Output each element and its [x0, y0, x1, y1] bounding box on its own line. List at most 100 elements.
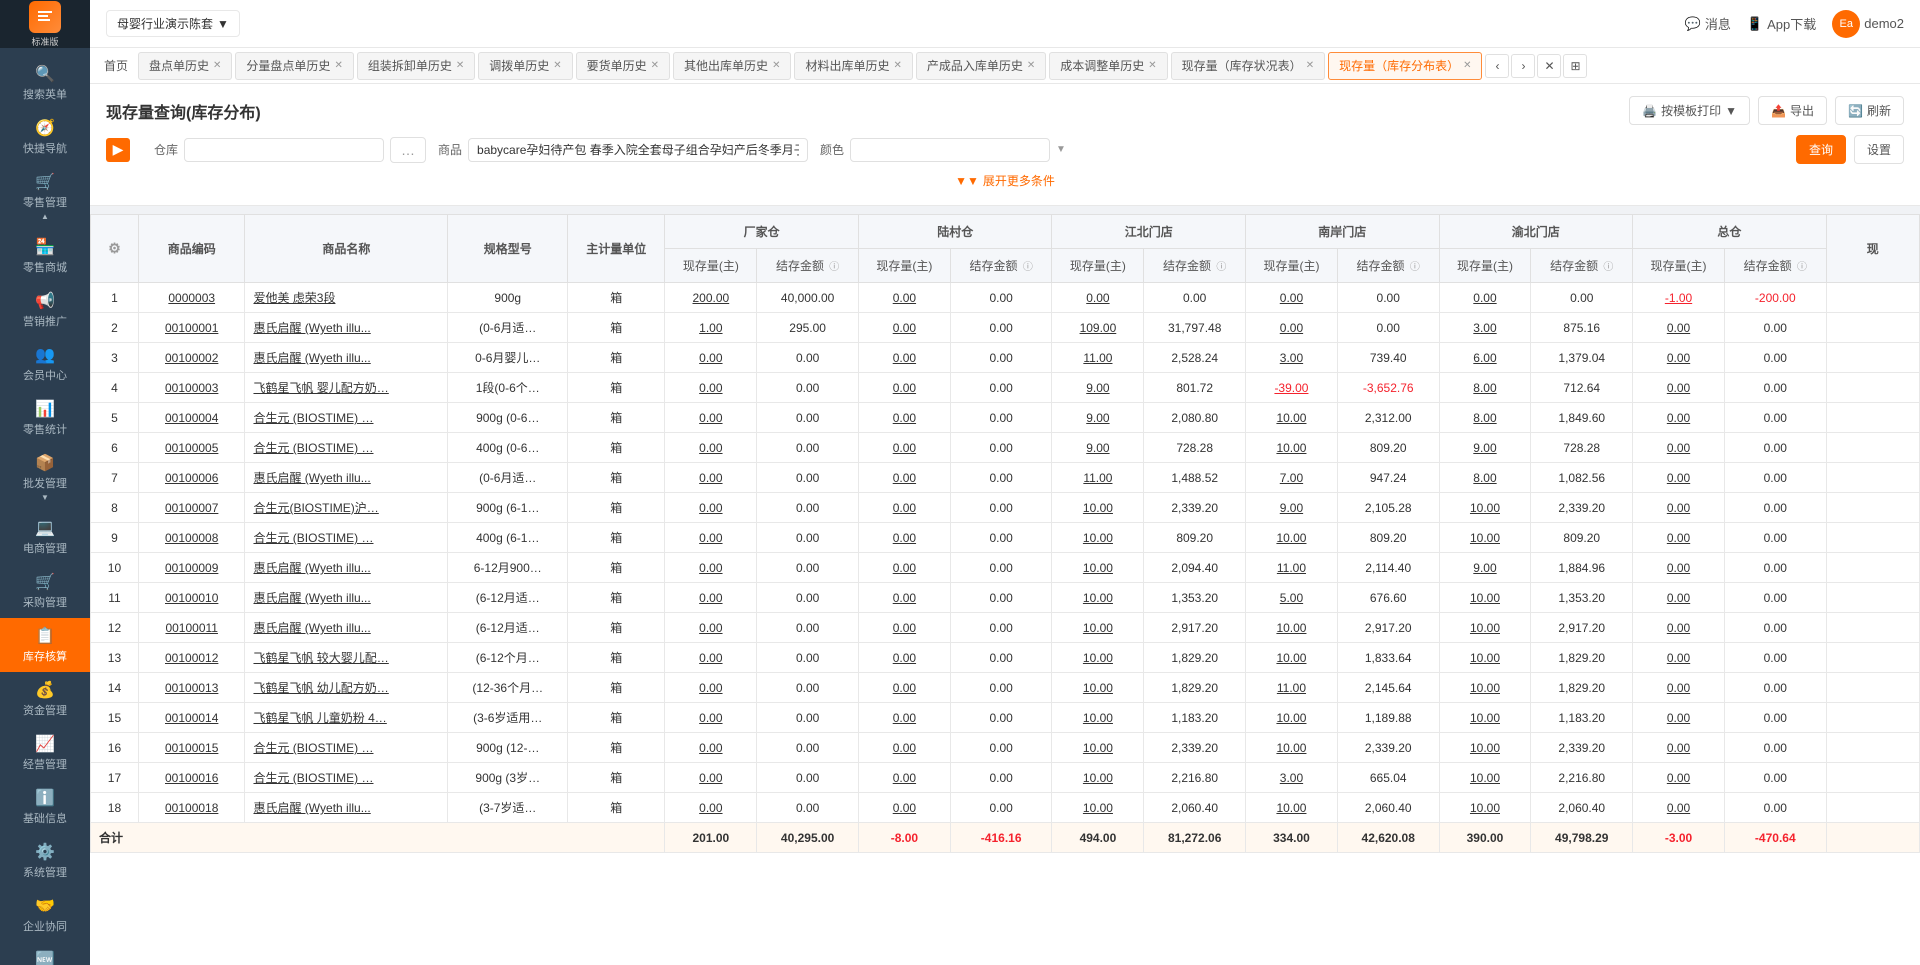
- tab-nav-prev[interactable]: ‹: [1485, 54, 1509, 78]
- row-lucun-qty[interactable]: 0.00: [858, 283, 950, 313]
- row-jiangbei-qty[interactable]: 10.00: [1052, 553, 1144, 583]
- row-lucun-qty[interactable]: 0.00: [858, 433, 950, 463]
- row-factory-qty[interactable]: 0.00: [665, 403, 757, 433]
- tab-assembly-close[interactable]: ✕: [456, 60, 464, 71]
- factory-amt-info-icon[interactable]: ⓘ: [829, 262, 839, 273]
- tab-material-outbound[interactable]: 材料出库单历史 ✕: [794, 52, 912, 80]
- row-total-qty[interactable]: 0.00: [1633, 433, 1725, 463]
- row-factory-qty[interactable]: 0.00: [665, 373, 757, 403]
- sidebar-item-retail-stats[interactable]: 📊 零售统计: [0, 391, 90, 445]
- row-nanan-qty[interactable]: 5.00: [1246, 583, 1338, 613]
- row-name[interactable]: 合生元 (BIOSTIME) …: [245, 403, 448, 433]
- row-total-qty[interactable]: 0.00: [1633, 493, 1725, 523]
- row-lucun-qty[interactable]: 0.00: [858, 613, 950, 643]
- row-name[interactable]: 合生元(BIOSTIME)沪…: [245, 493, 448, 523]
- row-jiangbei-qty[interactable]: 10.00: [1052, 493, 1144, 523]
- row-lucun-qty[interactable]: 0.00: [858, 673, 950, 703]
- expand-conditions-btn[interactable]: ▼▼ 展开更多条件: [947, 168, 1063, 193]
- filter-collapse-btn[interactable]: ▶: [106, 138, 130, 162]
- sidebar-item-marketing[interactable]: 📢 营销推广: [0, 283, 90, 337]
- row-name[interactable]: 飞鹤星飞帆 儿童奶粉 4…: [245, 703, 448, 733]
- row-lucun-qty[interactable]: 0.00: [858, 463, 950, 493]
- row-yubei-qty[interactable]: 10.00: [1439, 793, 1531, 823]
- tab-nav-expand[interactable]: ⊞: [1563, 54, 1587, 78]
- tab-material-outbound-close[interactable]: ✕: [893, 60, 901, 71]
- lucun-amt-info-icon[interactable]: ⓘ: [1023, 262, 1033, 273]
- store-selector[interactable]: 母婴行业演示陈套 ▼: [106, 10, 240, 37]
- row-code[interactable]: 00100013: [138, 673, 245, 703]
- row-code[interactable]: 00100005: [138, 433, 245, 463]
- row-code[interactable]: 00100006: [138, 463, 245, 493]
- row-total-qty[interactable]: 0.00: [1633, 643, 1725, 673]
- row-jiangbei-qty[interactable]: 9.00: [1052, 373, 1144, 403]
- row-lucun-qty[interactable]: 0.00: [858, 493, 950, 523]
- row-lucun-qty[interactable]: 0.00: [858, 703, 950, 733]
- row-yubei-qty[interactable]: 6.00: [1439, 343, 1531, 373]
- row-factory-qty[interactable]: 0.00: [665, 733, 757, 763]
- nanan-amt-info-icon[interactable]: ⓘ: [1410, 262, 1420, 273]
- row-code[interactable]: 00100007: [138, 493, 245, 523]
- row-total-qty[interactable]: 0.00: [1633, 733, 1725, 763]
- row-factory-qty[interactable]: 0.00: [665, 613, 757, 643]
- row-code[interactable]: 00100012: [138, 643, 245, 673]
- row-yubei-qty[interactable]: 8.00: [1439, 403, 1531, 433]
- row-nanan-qty[interactable]: 11.00: [1246, 673, 1338, 703]
- refresh-btn[interactable]: 🔄 刷新: [1835, 96, 1904, 125]
- tab-cost-adjust-close[interactable]: ✕: [1148, 60, 1156, 71]
- row-factory-qty[interactable]: 0.00: [665, 793, 757, 823]
- row-total-qty[interactable]: 0.00: [1633, 373, 1725, 403]
- row-yubei-qty[interactable]: 3.00: [1439, 313, 1531, 343]
- row-factory-qty[interactable]: 0.00: [665, 583, 757, 613]
- tab-other-outbound-close[interactable]: ✕: [772, 60, 780, 71]
- row-lucun-qty[interactable]: 0.00: [858, 583, 950, 613]
- row-total-qty[interactable]: -1.00: [1633, 283, 1725, 313]
- row-yubei-qty[interactable]: 8.00: [1439, 373, 1531, 403]
- row-jiangbei-qty[interactable]: 10.00: [1052, 583, 1144, 613]
- row-jiangbei-qty[interactable]: 0.00: [1052, 283, 1144, 313]
- tab-stock-dist-close[interactable]: ✕: [1463, 60, 1471, 71]
- row-jiangbei-qty[interactable]: 10.00: [1052, 613, 1144, 643]
- row-jiangbei-qty[interactable]: 10.00: [1052, 703, 1144, 733]
- row-factory-qty[interactable]: 0.00: [665, 493, 757, 523]
- print-btn[interactable]: 🖨️ 按模板打印 ▼: [1629, 96, 1750, 125]
- row-total-qty[interactable]: 0.00: [1633, 703, 1725, 733]
- row-jiangbei-qty[interactable]: 10.00: [1052, 673, 1144, 703]
- row-factory-qty[interactable]: 200.00: [665, 283, 757, 313]
- sidebar-item-enterprise[interactable]: 🤝 企业协同: [0, 888, 90, 942]
- row-lucun-qty[interactable]: 0.00: [858, 313, 950, 343]
- row-nanan-qty[interactable]: 10.00: [1246, 793, 1338, 823]
- product-input[interactable]: [468, 138, 808, 162]
- row-name[interactable]: 合生元 (BIOSTIME) …: [245, 523, 448, 553]
- row-total-qty[interactable]: 0.00: [1633, 763, 1725, 793]
- tab-nav-next[interactable]: ›: [1511, 54, 1535, 78]
- warehouse-dots-btn[interactable]: …: [390, 137, 426, 163]
- tab-transfer[interactable]: 调拨单历史 ✕: [478, 52, 572, 80]
- row-name[interactable]: 飞鹤星飞帆 婴儿配方奶…: [245, 373, 448, 403]
- row-yubei-qty[interactable]: 10.00: [1439, 703, 1531, 733]
- row-total-qty[interactable]: 0.00: [1633, 553, 1725, 583]
- row-factory-qty[interactable]: 0.00: [665, 433, 757, 463]
- row-yubei-qty[interactable]: 10.00: [1439, 583, 1531, 613]
- row-lucun-qty[interactable]: 0.00: [858, 403, 950, 433]
- app-download-btn[interactable]: 📱 App下载: [1747, 14, 1816, 33]
- row-nanan-qty[interactable]: 10.00: [1246, 703, 1338, 733]
- row-total-qty[interactable]: 0.00: [1633, 583, 1725, 613]
- row-factory-qty[interactable]: 0.00: [665, 463, 757, 493]
- row-yubei-qty[interactable]: 9.00: [1439, 553, 1531, 583]
- row-factory-qty[interactable]: 0.00: [665, 553, 757, 583]
- row-lucun-qty[interactable]: 0.00: [858, 343, 950, 373]
- tab-product-inbound-close[interactable]: ✕: [1027, 60, 1035, 71]
- row-total-qty[interactable]: 0.00: [1633, 343, 1725, 373]
- row-total-qty[interactable]: 0.00: [1633, 793, 1725, 823]
- row-yubei-qty[interactable]: 0.00: [1439, 283, 1531, 313]
- tab-home[interactable]: 首页: [94, 52, 138, 80]
- row-yubei-qty[interactable]: 9.00: [1439, 433, 1531, 463]
- row-jiangbei-qty[interactable]: 9.00: [1052, 433, 1144, 463]
- yubei-amt-info-icon[interactable]: ⓘ: [1603, 262, 1613, 273]
- tab-stock-dist[interactable]: 现存量（库存分布表） ✕: [1328, 52, 1482, 80]
- row-name[interactable]: 飞鹤星飞帆 幼儿配方奶…: [245, 673, 448, 703]
- row-nanan-qty[interactable]: 10.00: [1246, 613, 1338, 643]
- tab-stocktake-history-close[interactable]: ✕: [213, 60, 221, 71]
- row-name[interactable]: 惠氏启醒 (Wyeth illu...: [245, 583, 448, 613]
- tab-stocktake-history[interactable]: 盘点单历史 ✕: [138, 52, 232, 80]
